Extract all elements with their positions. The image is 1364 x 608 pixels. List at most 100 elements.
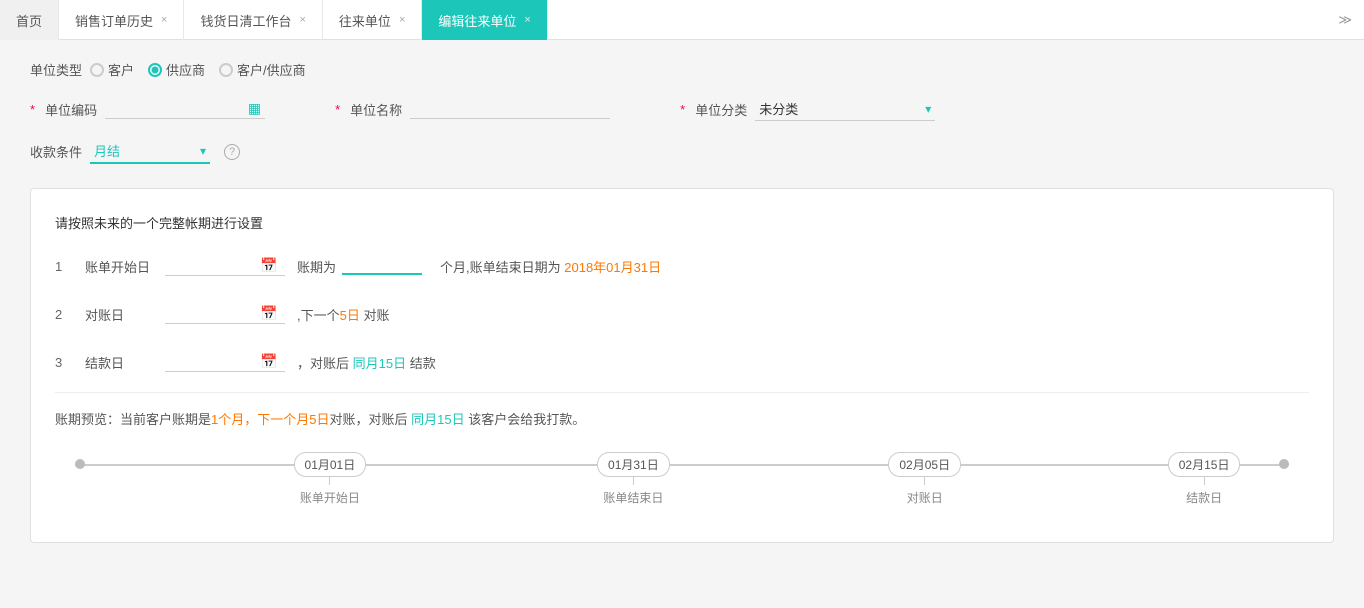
tab-edit-partner-label: 编辑往来单位 — [438, 11, 516, 30]
preview-end: 该客户会给我打款。 — [468, 412, 585, 427]
radio-both-label: 客户/供应商 — [237, 60, 306, 79]
tab-sales-label: 销售订单历史 — [75, 11, 153, 30]
tab-bar: 首页 销售订单历史 × 钱货日清工作台 × 往来单位 × 编辑往来单位 × ≫ — [0, 0, 1364, 40]
tab-edit-partner-close[interactable]: × — [524, 14, 530, 26]
unit-category-value: 未分类 — [755, 97, 921, 120]
payment-label: 收款条件 — [30, 142, 82, 161]
row-2-highlight: 5日 — [340, 308, 360, 323]
unit-info-row: * 单位编码 000001 ▦ * 单位名称 河南供应商22 * 单位分类 未分… — [30, 97, 1334, 121]
setting-row-2: 2 对账日 2018-02-05 📅 ,下一个5日 对账 — [55, 304, 1309, 324]
radio-customer[interactable]: 客户 — [90, 60, 134, 79]
row-3-num: 3 — [55, 355, 85, 370]
timeline-point-3: 02月05日 对账日 — [888, 452, 961, 506]
row-1-date-input[interactable]: 2018-01-01 — [165, 256, 260, 275]
tab-sales-close[interactable]: × — [161, 14, 167, 26]
tab-cash-close[interactable]: × — [299, 14, 305, 26]
unit-name-label: 单位名称 — [350, 100, 402, 119]
row-2-date-wrap: 2018-02-05 📅 — [165, 304, 285, 324]
row-3-highlight: 同月15日 — [353, 356, 406, 371]
period-input[interactable]: 1 — [342, 258, 422, 275]
point-3-label: 对账日 — [907, 489, 943, 506]
unit-code-input-wrap: 000001 ▦ — [105, 99, 265, 119]
unit-category-select[interactable]: 未分类 ▾ — [755, 97, 935, 121]
radio-supplier-circle — [148, 63, 162, 77]
point-1-bubble: 01月01日 — [294, 452, 367, 477]
tab-edit-partner[interactable]: 编辑往来单位 × — [422, 0, 547, 40]
preview-section: 账期预览：当前客户账期是1个月，下一个月5日对账，对账后 同月15日 该客户会给… — [55, 392, 1309, 522]
row-1-end-date: 2018年01月31日 — [564, 260, 661, 275]
payment-row: 收款条件 月结 ▾ ? — [30, 139, 1334, 164]
tab-partner[interactable]: 往来单位 × — [323, 0, 422, 40]
unit-name-star: * — [335, 102, 340, 117]
unit-type-label: 单位类型 — [30, 60, 82, 79]
timeline-point-4: 02月15日 结款日 — [1168, 452, 1241, 506]
unit-name-input[interactable]: 河南供应商22 — [410, 99, 610, 119]
row-2-date-input[interactable]: 2018-02-05 — [165, 304, 260, 323]
radio-customer-label: 客户 — [108, 60, 134, 79]
point-4-label: 结款日 — [1186, 489, 1222, 506]
row-3-label: 结款日 — [85, 353, 165, 372]
unit-name-field: * 单位名称 河南供应商22 — [335, 99, 610, 119]
preview-part1: 1个月， — [211, 412, 257, 427]
point-1-line — [329, 477, 330, 485]
preview-part3: 同月15日 — [411, 412, 464, 427]
row-1-cal-icon[interactable]: 📅 — [260, 257, 277, 274]
payment-select[interactable]: 月结 ▾ — [90, 139, 210, 164]
row-2-cal-icon[interactable]: 📅 — [260, 305, 277, 322]
setting-row-1: 1 账单开始日 2018-01-01 📅 账期为 1 个月,账单结束日期为 20… — [55, 256, 1309, 276]
radio-supplier[interactable]: 供应商 — [148, 60, 205, 79]
row-3-cal-icon[interactable]: 📅 — [260, 353, 277, 370]
preview-label: 账期预览：当前客户账期是 — [55, 412, 211, 427]
tab-expand-button[interactable]: ≫ — [1326, 0, 1364, 39]
tab-home-label: 首页 — [16, 11, 42, 30]
row-1-date-wrap: 2018-01-01 📅 — [165, 256, 285, 276]
row-2-label: 对账日 — [85, 305, 165, 324]
timeline-point-2: 01月31日 账单结束日 — [597, 452, 670, 506]
help-icon[interactable]: ? — [224, 144, 240, 160]
setting-row-3: 3 结款日 2018-02-15 📅 ，对账后 同月15日 结款 — [55, 352, 1309, 372]
timeline-wrapper: 01月01日 账单开始日 01月31日 账单结束日 02月05日 — [55, 452, 1309, 522]
copy-icon[interactable]: ▦ — [244, 100, 265, 117]
unit-type-row: 单位类型 客户 供应商 客户/供应商 — [30, 60, 1334, 79]
timeline-end-dot — [1279, 459, 1289, 469]
payment-field: 收款条件 月结 ▾ ? — [30, 139, 240, 164]
card-title: 请按照未来的一个完整帐期进行设置 — [55, 213, 1309, 232]
unit-code-star: * — [30, 102, 35, 117]
main-content: 单位类型 客户 供应商 客户/供应商 * 单位编码 — [0, 40, 1364, 608]
payment-dropdown-icon: ▾ — [196, 144, 210, 158]
tab-cash-work[interactable]: 钱货日清工作台 × — [184, 0, 322, 40]
point-4-line — [1204, 477, 1205, 485]
unit-category-label: 单位分类 — [695, 100, 747, 119]
row-1-num: 1 — [55, 259, 85, 274]
preview-middle: 对账，对账后 — [329, 412, 407, 427]
point-3-bubble: 02月05日 — [888, 452, 961, 477]
category-dropdown-icon: ▾ — [921, 102, 935, 116]
timeline-start-dot — [75, 459, 85, 469]
settings-card: 请按照未来的一个完整帐期进行设置 1 账单开始日 2018-01-01 📅 账期… — [30, 188, 1334, 543]
unit-code-input[interactable]: 000001 — [105, 99, 244, 118]
timeline-point-1: 01月01日 账单开始日 — [294, 452, 367, 506]
row-1-label: 账单开始日 — [85, 257, 165, 276]
radio-both[interactable]: 客户/供应商 — [219, 60, 306, 79]
point-3-line — [924, 477, 925, 485]
row-3-desc: ，对账后 同月15日 结款 — [297, 353, 436, 372]
point-1-label: 账单开始日 — [300, 489, 360, 506]
row-2-num: 2 — [55, 307, 85, 322]
payment-value: 月结 — [90, 139, 196, 162]
unit-category-star: * — [680, 102, 685, 117]
unit-category-field: * 单位分类 未分类 ▾ — [680, 97, 935, 121]
timeline-line — [75, 464, 1289, 466]
row-3-date-input[interactable]: 2018-02-15 — [165, 352, 260, 371]
radio-supplier-label: 供应商 — [166, 60, 205, 79]
tab-home[interactable]: 首页 — [0, 0, 59, 40]
unit-type-field: 单位类型 客户 供应商 客户/供应商 — [30, 60, 306, 79]
row-1-desc-before: 账期为 — [297, 257, 336, 276]
radio-group: 客户 供应商 客户/供应商 — [90, 60, 306, 79]
row-1-desc-after: 个月,账单结束日期为 2018年01月31日 — [440, 257, 661, 276]
tab-partner-close[interactable]: × — [399, 14, 405, 26]
tab-sales-history[interactable]: 销售订单历史 × — [59, 0, 184, 40]
point-2-bubble: 01月31日 — [597, 452, 670, 477]
radio-customer-circle — [90, 63, 104, 77]
row-2-desc: ,下一个5日 对账 — [297, 305, 389, 324]
unit-code-field: * 单位编码 000001 ▦ — [30, 99, 265, 119]
